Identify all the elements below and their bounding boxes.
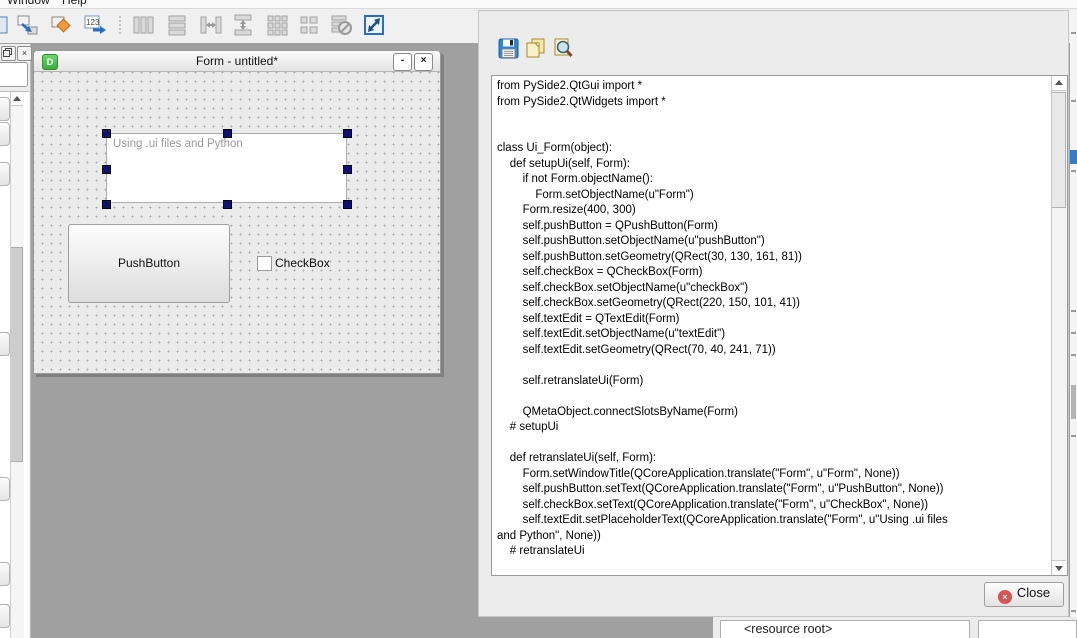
menubar: Window Help [0, 0, 1077, 9]
widget-category-header[interactable] [0, 332, 10, 356]
qt-designer-screen: Window Help 123 [0, 0, 1077, 638]
minimize-button[interactable]: - [393, 53, 412, 71]
widget-category-header[interactable] [0, 562, 10, 586]
close-button[interactable]: × [414, 53, 433, 71]
lay-out-in-grid-icon[interactable] [265, 13, 289, 37]
resize-handle[interactable] [343, 165, 352, 174]
widget-box-panel: × [0, 44, 31, 638]
scroll-up-icon[interactable] [11, 92, 23, 106]
dialog-close-button[interactable]: ×Close [984, 582, 1064, 607]
checkbox-widget[interactable]: CheckBox [275, 256, 330, 270]
find-icon[interactable] [551, 37, 575, 61]
menu-window[interactable]: Window [7, 0, 50, 8]
adjust-size-icon[interactable] [362, 13, 386, 37]
scrollbar-thumb[interactable] [1071, 385, 1076, 419]
panel-close-icon[interactable]: × [17, 46, 32, 61]
resource-browser-panel: <resource root> [713, 617, 1077, 638]
resource-tree[interactable]: <resource root> [720, 620, 970, 638]
resize-handle[interactable] [223, 200, 232, 209]
lay-out-vertically-icon[interactable] [131, 13, 155, 37]
resize-handle[interactable] [343, 200, 352, 209]
edit-widgets-icon[interactable] [0, 13, 8, 37]
form-editor-window: D Form - untitled* - × PushButton CheckB… [33, 50, 441, 374]
checkbox-indicator[interactable] [257, 256, 272, 271]
form-window-title: Form - untitled* [34, 54, 440, 68]
break-layout-icon[interactable] [329, 13, 353, 37]
widget-category-header[interactable] [0, 122, 10, 146]
lay-out-horizontally-in-splitter-icon[interactable] [199, 13, 223, 37]
scrollbar-thumb[interactable] [11, 247, 23, 462]
code-scrollbar[interactable] [1051, 76, 1067, 575]
lay-out-horizontally-icon[interactable] [165, 13, 189, 37]
background-panel-sliver [1070, 10, 1077, 617]
widget-category-header[interactable] [0, 97, 10, 121]
edit-buddies-icon[interactable] [50, 13, 74, 37]
edit-tab-order-icon[interactable]: 123 [83, 13, 107, 37]
lay-out-in-form-layout-icon[interactable] [297, 13, 321, 37]
copy-icon[interactable] [524, 37, 548, 61]
panel-float-icon[interactable] [1, 46, 16, 61]
form-canvas[interactable]: PushButton CheckBox [34, 72, 440, 373]
pushbutton-widget[interactable]: PushButton [68, 224, 230, 303]
widget-category-header[interactable] [0, 162, 10, 186]
widget-filter-input[interactable] [0, 62, 28, 87]
resize-handle[interactable] [102, 129, 111, 138]
widget-list-scrollbar[interactable] [10, 92, 24, 638]
generated-code-textarea[interactable]: from PySide2.QtGui import * from PySide2… [491, 75, 1068, 576]
lay-out-vertically-in-splitter-icon[interactable] [231, 13, 255, 37]
resource-file-list[interactable] [978, 620, 1077, 638]
widget-category-header[interactable] [0, 604, 10, 628]
resize-handle[interactable] [343, 129, 352, 138]
svg-text:123: 123 [86, 18, 100, 27]
scroll-up-icon[interactable] [1052, 76, 1066, 91]
textedit-widget[interactable] [106, 133, 349, 205]
scroll-down-icon[interactable] [1052, 560, 1066, 575]
scrollbar-thumb[interactable] [1052, 92, 1066, 208]
toolbar-separator [119, 16, 124, 34]
generated-code: from PySide2.QtGui import * from PySide2… [492, 76, 1067, 560]
resize-handle[interactable] [102, 200, 111, 209]
menu-help[interactable]: Help [62, 0, 87, 8]
edit-signals-slots-icon[interactable] [16, 13, 40, 37]
resize-handle[interactable] [223, 129, 232, 138]
selected-row-sliver [1070, 150, 1077, 164]
form-window-titlebar[interactable]: D Form - untitled* - × [34, 51, 440, 72]
save-icon[interactable] [497, 37, 521, 61]
resource-root-item[interactable]: <resource root> [721, 621, 969, 638]
textedit-preview[interactable] [106, 133, 347, 203]
widget-list[interactable] [0, 91, 29, 638]
close-circle-icon: × [998, 590, 1012, 604]
code-preview-dialog: from PySide2.QtGui import * from PySide2… [478, 10, 1069, 617]
resize-handle[interactable] [102, 165, 111, 174]
widget-category-header[interactable] [0, 477, 10, 501]
